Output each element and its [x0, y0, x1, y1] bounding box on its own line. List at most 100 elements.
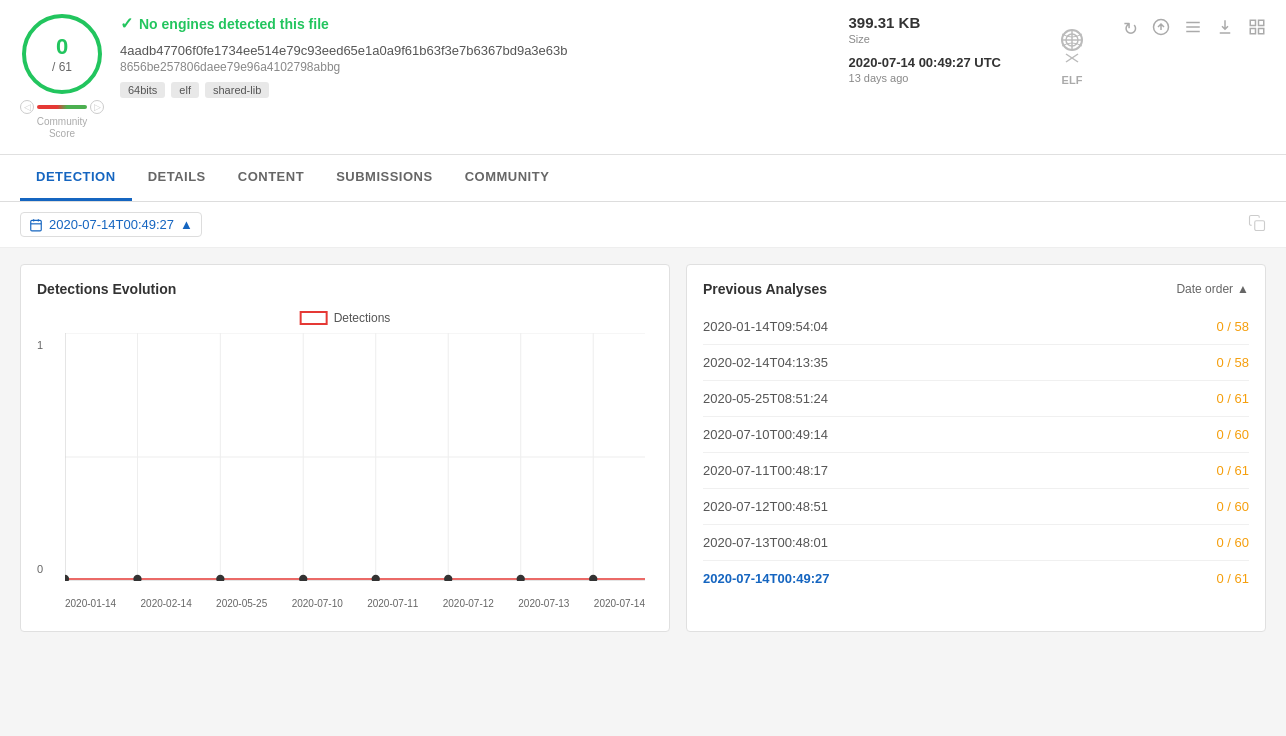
chart-svg — [65, 333, 645, 581]
analysis-score-0: 0 / 58 — [1216, 319, 1249, 334]
no-detect-text: No engines detected this file — [139, 16, 329, 32]
legend-label: Detections — [334, 311, 391, 325]
grid-icon[interactable] — [1248, 18, 1266, 41]
analyses-header: Previous Analyses Date order ▲ — [703, 281, 1249, 297]
refresh-icon[interactable]: ↻ — [1123, 18, 1138, 40]
analysis-row-3[interactable]: 2020-07-10T00:49:14 0 / 60 — [703, 417, 1249, 453]
svg-point-37 — [517, 575, 525, 581]
upload-icon[interactable] — [1152, 18, 1170, 41]
community-score-label: CommunityScore — [37, 116, 88, 140]
svg-rect-11 — [1259, 20, 1264, 25]
menu-icon[interactable] — [1184, 18, 1202, 41]
hash-main[interactable]: 4aadb47706f0fe1734ee514e79c93eed65e1a0a9… — [120, 43, 813, 58]
elf-label: ELF — [1062, 74, 1083, 86]
file-date: 2020-07-14 00:49:27 UTC — [849, 55, 1001, 70]
tag-shared-lib: shared-lib — [205, 82, 269, 98]
file-info-header: 0 / 61 ◁ ▷ CommunityScore ✓ No engines d… — [0, 0, 1286, 155]
svg-point-31 — [65, 575, 69, 581]
thumbup-icon[interactable]: ▷ — [90, 100, 104, 114]
analysis-row-2[interactable]: 2020-05-25T08:51:24 0 / 61 — [703, 381, 1249, 417]
file-size-label: Size — [849, 33, 1001, 45]
analysis-score-4: 0 / 61 — [1216, 463, 1249, 478]
chart-plot-area — [65, 333, 645, 581]
file-tags: 64bits elf shared-lib — [120, 82, 813, 98]
svg-point-38 — [589, 575, 597, 581]
svg-rect-14 — [31, 220, 42, 231]
analysis-score-3: 0 / 60 — [1216, 427, 1249, 442]
analysis-date-5: 2020-07-12T00:48:51 — [703, 499, 828, 514]
date-order-sort[interactable]: Date order ▲ — [1176, 282, 1249, 296]
svg-rect-12 — [1250, 29, 1255, 34]
analysis-row-4[interactable]: 2020-07-11T00:48:17 0 / 61 — [703, 453, 1249, 489]
file-type-section: ELF — [1037, 14, 1107, 94]
analysis-score-7: 0 / 61 — [1216, 571, 1249, 586]
no-detect-banner: ✓ No engines detected this file — [120, 14, 813, 33]
x-label-5: 2020-07-12 — [443, 598, 494, 609]
svg-point-35 — [372, 575, 380, 581]
x-label-4: 2020-07-11 — [367, 598, 418, 609]
analysis-score-6: 0 / 60 — [1216, 535, 1249, 550]
download-icon[interactable] — [1216, 18, 1234, 41]
analysis-date-7: 2020-07-14T00:49:27 — [703, 571, 829, 586]
x-label-0: 2020-01-14 — [65, 598, 116, 609]
tab-detection[interactable]: DETECTION — [20, 155, 132, 201]
legend-box — [300, 311, 328, 325]
copy-icon[interactable] — [1248, 214, 1266, 235]
date-selector[interactable]: 2020-07-14T00:49:27 ▲ — [20, 212, 202, 237]
analysis-row-0[interactable]: 2020-01-14T09:54:04 0 / 58 — [703, 309, 1249, 345]
sort-chevron-icon: ▲ — [1237, 282, 1249, 296]
hash-secondary: 8656be257806daee79e96a4102798abbg — [120, 60, 813, 74]
tab-bar: DETECTION DETAILS CONTENT SUBMISSIONS CO… — [0, 155, 1286, 202]
file-meta: 399.31 KB Size 2020-07-14 00:49:27 UTC 1… — [829, 14, 1021, 84]
y-label-0: 0 — [37, 563, 43, 575]
thumbdown-icon[interactable]: ◁ — [20, 100, 34, 114]
svg-rect-13 — [1259, 29, 1264, 34]
analysis-date-0: 2020-01-14T09:54:04 — [703, 319, 828, 334]
analysis-date-4: 2020-07-11T00:48:17 — [703, 463, 828, 478]
date-order-label: Date order — [1176, 282, 1233, 296]
analysis-date-6: 2020-07-13T00:48:01 — [703, 535, 828, 550]
analysis-row-1[interactable]: 2020-02-14T04:13:35 0 / 58 — [703, 345, 1249, 381]
file-size: 399.31 KB — [849, 14, 1001, 31]
svg-point-33 — [216, 575, 224, 581]
x-label-1: 2020-02-14 — [141, 598, 192, 609]
x-label-3: 2020-07-10 — [292, 598, 343, 609]
svg-point-34 — [299, 575, 307, 581]
analysis-row-7[interactable]: 2020-07-14T00:49:27 0 / 61 — [703, 561, 1249, 596]
chart-legend: Detections — [300, 311, 391, 325]
detection-score-circle: 0 / 61 — [22, 14, 102, 94]
community-score-controls: ◁ ▷ — [20, 100, 104, 114]
tab-content[interactable]: CONTENT — [222, 155, 320, 201]
x-label-7: 2020-07-14 — [594, 598, 645, 609]
tag-elf: elf — [171, 82, 199, 98]
tab-details[interactable]: DETAILS — [132, 155, 222, 201]
analysis-score-5: 0 / 60 — [1216, 499, 1249, 514]
tab-community[interactable]: COMMUNITY — [449, 155, 566, 201]
score-denom: / 61 — [52, 60, 72, 74]
main-content: Detections Evolution Detections 1 0 — [0, 248, 1286, 648]
chevron-up-icon[interactable]: ▲ — [180, 217, 193, 232]
y-label-1: 1 — [37, 339, 43, 351]
check-icon: ✓ — [120, 14, 133, 33]
score-value: 0 — [56, 34, 68, 60]
analysis-score-1: 0 / 58 — [1216, 355, 1249, 370]
svg-point-36 — [444, 575, 452, 581]
elf-icon — [1048, 22, 1096, 70]
analysis-row-6[interactable]: 2020-07-13T00:48:01 0 / 60 — [703, 525, 1249, 561]
analysis-row-5[interactable]: 2020-07-12T00:48:51 0 / 60 — [703, 489, 1249, 525]
date-selector-value: 2020-07-14T00:49:27 — [49, 217, 174, 232]
detections-title: Detections Evolution — [37, 281, 653, 297]
x-labels: 2020-01-14 2020-02-14 2020-05-25 2020-07… — [65, 598, 645, 609]
date-bar: 2020-07-14T00:49:27 ▲ — [0, 202, 1286, 248]
svg-rect-10 — [1250, 20, 1255, 25]
x-label-6: 2020-07-13 — [518, 598, 569, 609]
analyses-panel: Previous Analyses Date order ▲ 2020-01-1… — [686, 264, 1266, 632]
analysis-date-3: 2020-07-10T00:49:14 — [703, 427, 828, 442]
community-score-section: ◁ ▷ CommunityScore — [20, 100, 104, 140]
analysis-date-2: 2020-05-25T08:51:24 — [703, 391, 828, 406]
svg-point-32 — [133, 575, 141, 581]
tag-64bits: 64bits — [120, 82, 165, 98]
calendar-icon — [29, 218, 43, 232]
file-details: ✓ No engines detected this file 4aadb477… — [120, 14, 813, 98]
tab-submissions[interactable]: SUBMISSIONS — [320, 155, 449, 201]
